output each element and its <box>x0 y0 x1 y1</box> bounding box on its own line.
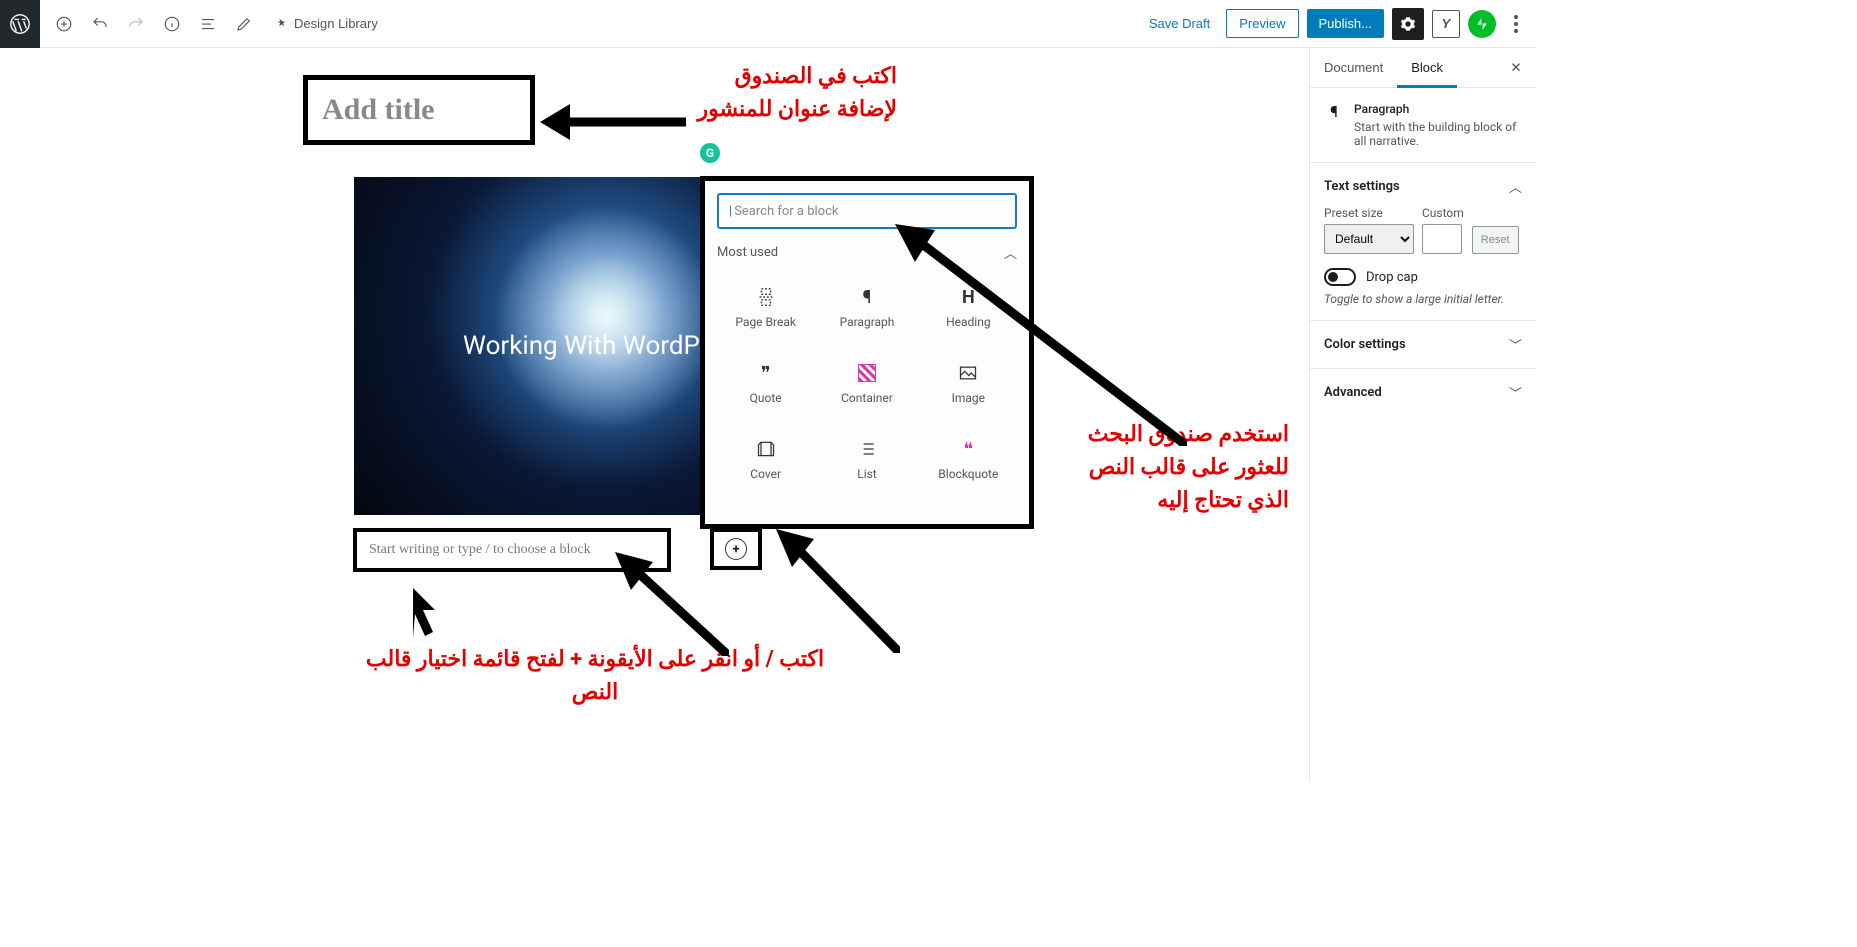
text-settings-toggle[interactable]: Text settings ︿ <box>1324 177 1522 196</box>
paragraph-icon: ¶ <box>863 283 872 311</box>
quote-icon: ❞ <box>761 359 771 387</box>
page-break-icon <box>755 283 777 311</box>
title-placeholder: Add title <box>322 93 435 127</box>
block-type-name: Paragraph <box>1354 102 1522 116</box>
cursor-arrow-icon <box>403 568 443 648</box>
list-icon <box>857 435 877 463</box>
cover-icon <box>756 435 776 463</box>
close-sidebar-button[interactable]: ✕ <box>1496 48 1536 87</box>
container-icon <box>858 359 876 387</box>
arrow-to-title <box>540 96 686 148</box>
color-settings-panel[interactable]: Color settings ﹀ <box>1310 321 1536 369</box>
design-library-label: Design Library <box>294 16 378 31</box>
settings-sidebar: Document Block ✕ ¶ Paragraph Start with … <box>1309 48 1536 782</box>
tab-document[interactable]: Document <box>1310 48 1397 87</box>
reset-size-button[interactable]: Reset <box>1472 226 1519 254</box>
toolbar-right-group: Save Draft Preview Publish... Y <box>1141 8 1528 40</box>
block-search-placeholder: Search for a block <box>734 204 838 219</box>
more-menu-button[interactable] <box>1504 8 1528 40</box>
chevron-down-icon: ﹀ <box>1509 383 1522 402</box>
arrow-to-plus <box>609 546 729 656</box>
outline-button[interactable] <box>192 8 224 40</box>
editor-toolbar: Design Library Save Draft Preview Publis… <box>0 0 1536 48</box>
save-draft-button[interactable]: Save Draft <box>1141 16 1218 31</box>
preset-size-label: Preset size <box>1324 206 1414 220</box>
annotation-title: اكتب في الصندوق لإضافة عنوان للمنشور <box>672 60 897 126</box>
block-quote[interactable]: ❞Quote <box>717 346 814 418</box>
tab-block[interactable]: Block <box>1397 48 1457 87</box>
redo-button[interactable] <box>120 8 152 40</box>
settings-button[interactable] <box>1392 8 1424 40</box>
custom-size-label: Custom <box>1422 206 1464 220</box>
grammarly-icon[interactable]: G <box>700 143 720 163</box>
toolbar-left-group: Design Library <box>48 8 386 40</box>
preview-button[interactable]: Preview <box>1226 9 1298 38</box>
arrow-to-search <box>887 216 1187 446</box>
custom-size-input[interactable] <box>1422 224 1462 254</box>
drop-cap-toggle[interactable] <box>1324 268 1356 286</box>
annotation-plus: اكتب / أو انقر على الأيقونة + لفتح قائمة… <box>350 643 840 709</box>
arrow-to-inserter <box>770 523 900 653</box>
block-cover[interactable]: Cover <box>717 422 814 494</box>
yoast-button[interactable]: Y <box>1432 10 1460 38</box>
post-title-input[interactable]: Add title <box>303 75 535 145</box>
undo-button[interactable] <box>84 8 116 40</box>
paragraph-icon: ¶ <box>1324 102 1344 148</box>
block-page-break[interactable]: Page Break <box>717 270 814 342</box>
text-settings-panel: Text settings ︿ Preset size Default Cust… <box>1310 163 1536 321</box>
preset-size-select[interactable]: Default <box>1324 224 1414 254</box>
jetpack-button[interactable] <box>1468 10 1496 38</box>
chevron-down-icon: ﹀ <box>1509 335 1522 354</box>
paragraph-placeholder: Start writing or type / to choose a bloc… <box>369 542 591 558</box>
block-type-desc: Start with the building block of all nar… <box>1354 120 1522 148</box>
wordpress-logo-icon[interactable] <box>0 0 40 48</box>
drop-cap-hint: Toggle to show a large initial letter. <box>1324 292 1522 306</box>
info-button[interactable] <box>156 8 188 40</box>
edit-button[interactable] <box>228 8 260 40</box>
design-library-button[interactable]: Design Library <box>264 8 386 40</box>
advanced-panel[interactable]: Advanced ﹀ <box>1310 369 1536 416</box>
editor-canvas: Add title G Working With WordPress Start… <box>0 48 1309 782</box>
block-description-panel: ¶ Paragraph Start with the building bloc… <box>1310 88 1536 163</box>
drop-cap-label: Drop cap <box>1366 270 1418 285</box>
sidebar-tabs: Document Block ✕ <box>1310 48 1536 88</box>
add-block-button[interactable] <box>48 8 80 40</box>
publish-button[interactable]: Publish... <box>1307 9 1384 38</box>
chevron-up-icon: ︿ <box>1509 177 1522 196</box>
